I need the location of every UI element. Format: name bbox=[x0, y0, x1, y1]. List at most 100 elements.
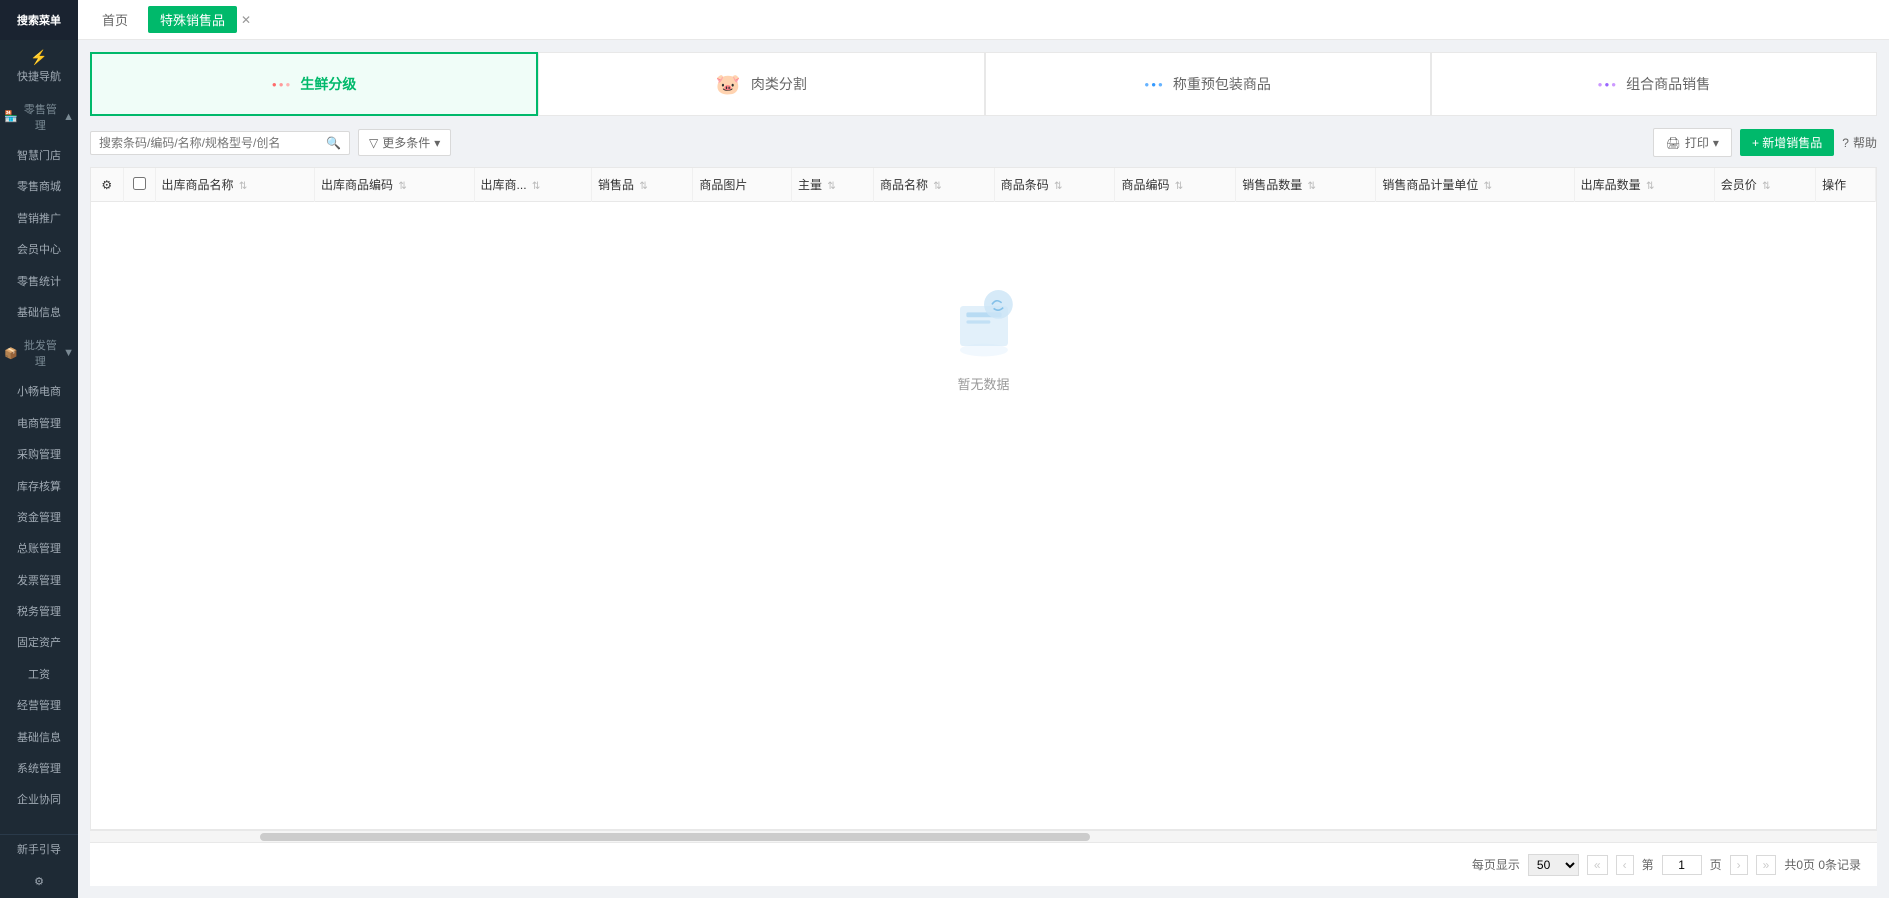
per-page-label: 每页显示 bbox=[1472, 856, 1520, 873]
help-icon: ? bbox=[1842, 136, 1849, 150]
chevron-down-icon: ▼ bbox=[63, 347, 74, 359]
app-logo: 搜索菜单 bbox=[0, 0, 78, 40]
sidebar-item-fixed-assets[interactable]: 固定资产 bbox=[0, 628, 78, 659]
data-table: ⚙ 出库商品名称 ⇅ 出库商品编码 ⇅ 出库商. bbox=[90, 167, 1877, 830]
prev-page-button[interactable]: ‹ bbox=[1616, 855, 1634, 875]
col-product-name[interactable]: 商品名称 ⇅ bbox=[873, 168, 994, 202]
print-icon: 🖨 bbox=[1666, 136, 1681, 150]
total-text: 共0页 0条记录 bbox=[1784, 856, 1861, 873]
toolbar: 🔍 ▽ 更多条件 ▾ 🖨 打印 ▾ + 新增销售品 ? 帮助 bbox=[90, 128, 1877, 157]
chevron-icon: ▲ bbox=[63, 111, 74, 123]
sort-icon-outlet-spec: ⇅ bbox=[532, 181, 540, 192]
col-outlet-spec[interactable]: 出库商... ⇅ bbox=[474, 168, 592, 202]
search-input[interactable] bbox=[99, 136, 326, 150]
horizontal-scroll[interactable] bbox=[90, 830, 1877, 842]
col-outlet-name[interactable]: 出库商品名称 ⇅ bbox=[155, 168, 315, 202]
col-main-weight[interactable]: 主量 ⇅ bbox=[791, 168, 873, 202]
col-member-price[interactable]: 会员价 ⇅ bbox=[1714, 168, 1815, 202]
sidebar-item-settings[interactable]: ⚙ bbox=[0, 867, 78, 898]
func-tab-fresh-grading[interactable]: ●●● 生鲜分级 bbox=[90, 52, 538, 116]
sidebar-item-finance-mgmt[interactable]: 资金管理 bbox=[0, 503, 78, 534]
sidebar-item-basic-info2[interactable]: 基础信息 bbox=[0, 723, 78, 754]
col-outlet-code[interactable]: 出库商品编码 ⇅ bbox=[315, 168, 475, 202]
first-page-button[interactable]: « bbox=[1587, 855, 1608, 875]
sidebar-item-retail-mall[interactable]: 零售商城 bbox=[0, 172, 78, 203]
sort-icon-outlet-qty: ⇅ bbox=[1646, 181, 1654, 192]
search-box[interactable]: 🔍 bbox=[90, 131, 350, 155]
sidebar-item-ops-mgmt[interactable]: 经营管理 bbox=[0, 691, 78, 722]
sort-icon-member-price: ⇅ bbox=[1762, 181, 1770, 192]
content-area: ●●● 生鲜分级 🐷 肉类分割 ●●● 称重预包装商品 ●●● 组合商品销售 bbox=[78, 40, 1889, 898]
sidebar-item-quick-nav[interactable]: ⚡ 快捷导航 bbox=[0, 40, 78, 93]
sidebar-item-enterprise[interactable]: 企业协同 bbox=[0, 785, 78, 816]
sidebar-item-general-ledger[interactable]: 总账管理 bbox=[0, 534, 78, 565]
toolbar-left: 🔍 ▽ 更多条件 ▾ bbox=[90, 129, 451, 156]
sidebar-item-retail-mgmt[interactable]: 🏪 零售管理 ▲ bbox=[0, 93, 78, 141]
sidebar-item-retail-stats[interactable]: 零售统计 bbox=[0, 267, 78, 298]
tab-home[interactable]: 首页 bbox=[90, 6, 140, 33]
sidebar-item-ecom-mgmt[interactable]: 电商管理 bbox=[0, 409, 78, 440]
func-tab-combo-sales[interactable]: ●●● 组合商品销售 bbox=[1431, 52, 1877, 116]
sidebar-item-newcomer[interactable]: 新手引导 bbox=[0, 835, 78, 866]
sidebar-item-smart-store[interactable]: 智慧门店 bbox=[0, 141, 78, 172]
page-label: 第 bbox=[1642, 856, 1654, 873]
empty-icon bbox=[944, 282, 1024, 362]
sort-icon-barcode: ⇅ bbox=[1054, 181, 1062, 192]
select-all-checkbox[interactable] bbox=[133, 177, 146, 190]
page-input[interactable] bbox=[1662, 855, 1702, 875]
sidebar-item-basic-info[interactable]: 基础信息 bbox=[0, 298, 78, 329]
col-product-code[interactable]: 商品编码 ⇅ bbox=[1115, 168, 1236, 202]
topbar: 首页 特殊销售品 ✕ bbox=[78, 0, 1889, 40]
sort-icon-product-name: ⇅ bbox=[933, 181, 941, 192]
scroll-thumb[interactable] bbox=[260, 833, 1090, 841]
sidebar-item-inventory[interactable]: 库存核算 bbox=[0, 472, 78, 503]
pagination: 每页显示 50 10 20 100 « ‹ 第 页 › » 共0页 0条记录 bbox=[90, 842, 1877, 886]
sidebar-item-sales-promo[interactable]: 营销推广 bbox=[0, 204, 78, 235]
col-barcode[interactable]: 商品条码 ⇅ bbox=[994, 168, 1115, 202]
settings-icon: ⚙ bbox=[34, 876, 44, 888]
last-page-button[interactable]: » bbox=[1756, 855, 1777, 875]
filter-button[interactable]: ▽ 更多条件 ▾ bbox=[358, 129, 451, 156]
chevron-down-icon-print: ▾ bbox=[1713, 136, 1719, 150]
sidebar-item-salary[interactable]: 工资 bbox=[0, 660, 78, 691]
quick-nav-icon: ⚡ bbox=[4, 48, 74, 68]
page-suffix: 页 bbox=[1710, 856, 1722, 873]
combo-icon: ●●● bbox=[1598, 80, 1617, 89]
func-tab-meat-cutting[interactable]: 🐷 肉类分割 bbox=[538, 52, 984, 116]
col-settings[interactable]: ⚙ bbox=[91, 168, 123, 202]
close-tab-icon[interactable]: ✕ bbox=[241, 13, 251, 27]
per-page-select[interactable]: 50 10 20 100 bbox=[1528, 854, 1579, 876]
empty-state: 暂无数据 bbox=[91, 202, 1876, 473]
func-tab-weighing-prepack[interactable]: ●●● 称重预包装商品 bbox=[985, 52, 1431, 116]
sidebar-item-member-center[interactable]: 会员中心 bbox=[0, 235, 78, 266]
sort-icon-outlet-code: ⇅ bbox=[398, 181, 406, 192]
sort-icon-main-weight: ⇅ bbox=[827, 181, 835, 192]
sidebar-item-tax-mgmt[interactable]: 税务管理 bbox=[0, 597, 78, 628]
next-page-button[interactable]: › bbox=[1730, 855, 1748, 875]
sidebar-item-invoice-mgmt[interactable]: 发票管理 bbox=[0, 566, 78, 597]
sort-icon-product-code: ⇅ bbox=[1175, 181, 1183, 192]
col-sales-unit[interactable]: 销售商品计量单位 ⇅ bbox=[1376, 168, 1574, 202]
function-tabs: ●●● 生鲜分级 🐷 肉类分割 ●●● 称重预包装商品 ●●● 组合商品销售 bbox=[90, 52, 1877, 116]
filter-icon: ▽ bbox=[369, 136, 378, 150]
help-button[interactable]: ? 帮助 bbox=[1842, 134, 1877, 151]
sidebar-item-mini-ecom[interactable]: 小畅电商 bbox=[0, 377, 78, 408]
add-product-button[interactable]: + 新增销售品 bbox=[1740, 129, 1834, 156]
col-sales-item[interactable]: 销售品 ⇅ bbox=[592, 168, 693, 202]
sidebar-item-system-mgmt[interactable]: 系统管理 bbox=[0, 754, 78, 785]
col-checkbox[interactable] bbox=[123, 168, 155, 202]
wholesale-icon: 📦 bbox=[4, 347, 18, 360]
toolbar-right: 🖨 打印 ▾ + 新增销售品 ? 帮助 bbox=[1653, 128, 1877, 157]
tab-special-products[interactable]: 特殊销售品 bbox=[148, 6, 237, 33]
col-sales-qty[interactable]: 销售品数量 ⇅ bbox=[1236, 168, 1376, 202]
main-content: 首页 特殊销售品 ✕ ●●● 生鲜分级 🐷 肉类分割 ●●● 称重预包装商品 bbox=[78, 0, 1889, 898]
sidebar-item-wholesale-mgmt[interactable]: 📦 批发管理 ▼ bbox=[0, 329, 78, 377]
sidebar-item-purchase-mgmt[interactable]: 采购管理 bbox=[0, 440, 78, 471]
empty-text: 暂无数据 bbox=[957, 374, 1009, 393]
print-button[interactable]: 🖨 打印 ▾ bbox=[1653, 128, 1732, 157]
col-product-img[interactable]: 商品图片 bbox=[693, 168, 792, 202]
fresh-grading-icon: ●●● bbox=[272, 80, 291, 89]
retail-mgmt-icon: 🏪 bbox=[4, 110, 18, 123]
col-outlet-qty[interactable]: 出库品数量 ⇅ bbox=[1574, 168, 1714, 202]
col-operation: 操作 bbox=[1816, 168, 1876, 202]
